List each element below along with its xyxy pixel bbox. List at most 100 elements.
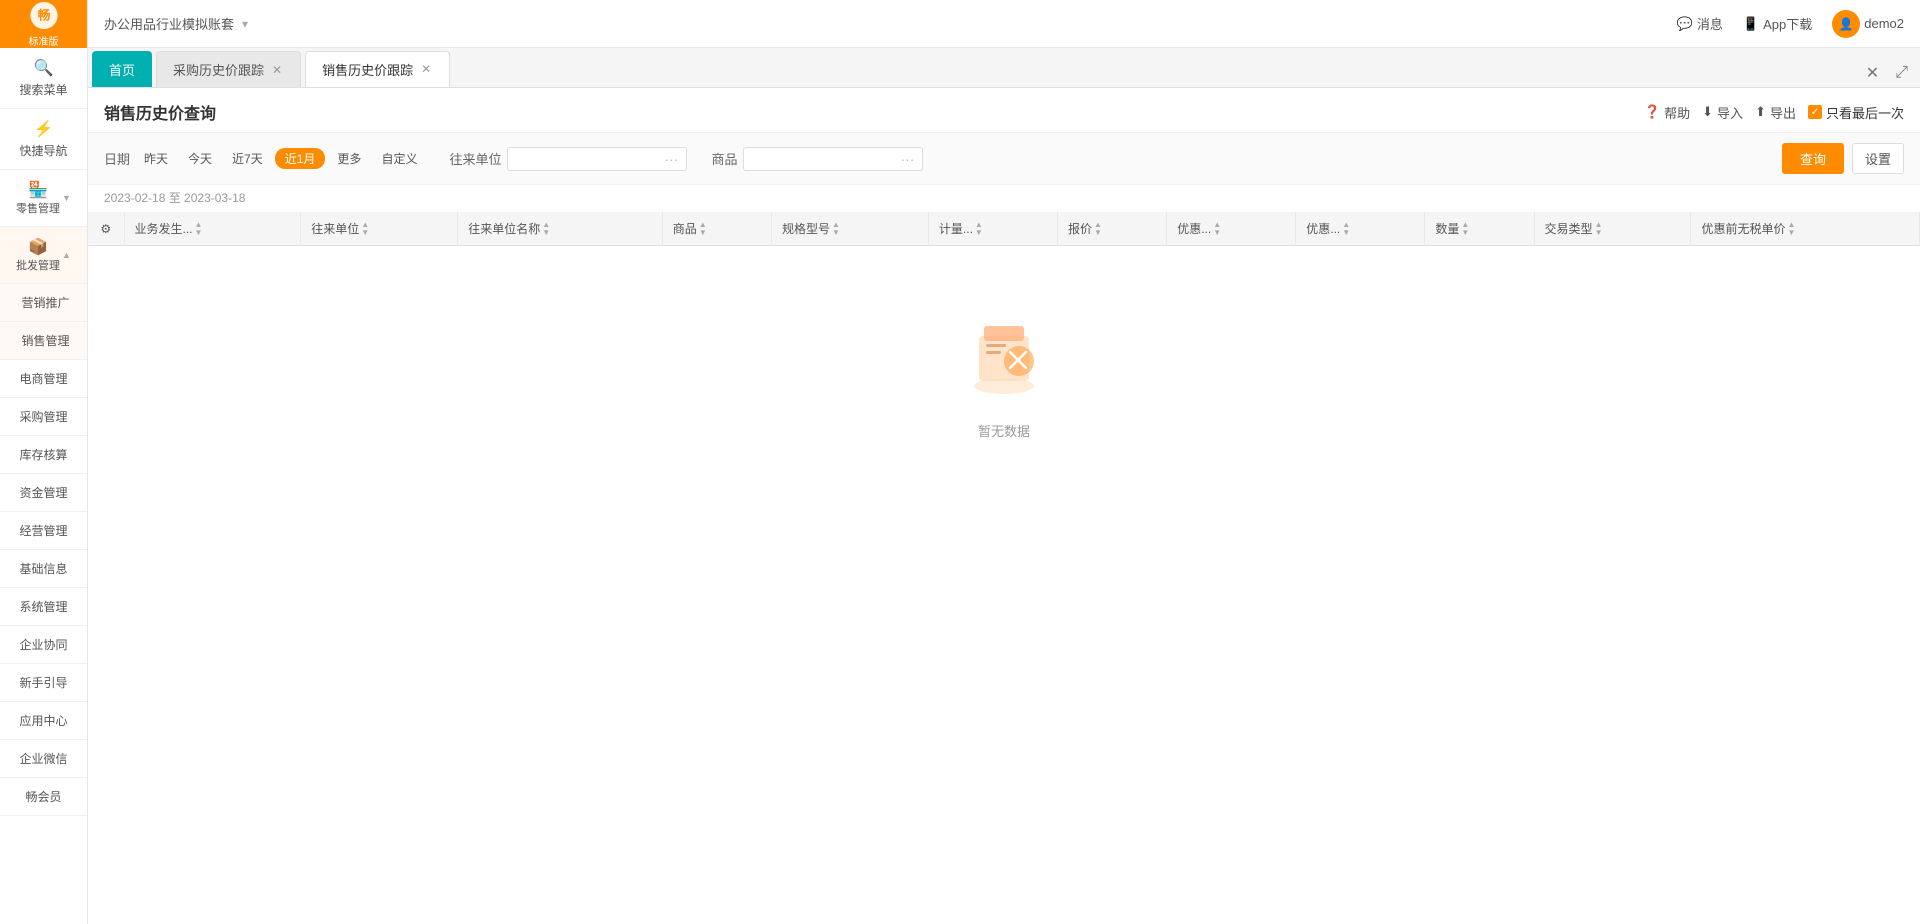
sidebar-item-wechat[interactable]: 企业微信 <box>0 740 87 778</box>
logo-icon: 畅 <box>28 0 60 31</box>
sidebar-item-label: 快捷导航 <box>19 142 67 159</box>
col-product[interactable]: 商品 ▲▼ <box>662 212 771 246</box>
sidebar-item-member[interactable]: 畅会员 <box>0 778 87 816</box>
col-price-label: 报价 <box>1068 220 1092 237</box>
sidebar-item-finance[interactable]: 资金管理 <box>0 474 87 512</box>
col-quantity[interactable]: 数量 ▲▼ <box>1425 212 1534 246</box>
app-download-button[interactable]: 📱 App下载 <box>1743 14 1812 33</box>
sidebar-item-apps[interactable]: 应用中心 <box>0 702 87 740</box>
date-btn-1month[interactable]: 近1月 <box>275 148 326 169</box>
import-button[interactable]: ⬇ 导入 <box>1702 103 1743 122</box>
col-unit[interactable]: 计量... ▲▼ <box>928 212 1057 246</box>
sidebar-item-inventory[interactable]: 库存核算 <box>0 436 87 474</box>
help-button[interactable]: ❓ 帮助 <box>1644 103 1690 122</box>
sidebar-item-basic[interactable]: 基础信息 <box>0 550 87 588</box>
partner-filter-group: 往来单位 ··· <box>449 147 687 171</box>
date-btn-today[interactable]: 今天 <box>180 148 220 169</box>
product-filter-input[interactable]: ··· <box>743 147 923 171</box>
col-discount2[interactable]: 优惠... ▲▼ <box>1296 212 1425 246</box>
tab-purchase-close-icon[interactable]: ✕ <box>270 61 284 79</box>
col-trade-type-label: 交易类型 <box>1545 220 1593 237</box>
col-partner-name-label: 往来单位名称 <box>468 220 540 237</box>
partner-filter-input[interactable]: ··· <box>507 147 687 171</box>
empty-text: 暂无数据 <box>978 421 1030 440</box>
apps-label: 应用中心 <box>19 712 67 729</box>
empty-illustration <box>954 306 1054 409</box>
sort-arrows-icon: ▲▼ <box>542 221 550 237</box>
col-pre-tax-price[interactable]: 优惠前无税单价 ▲▼ <box>1691 212 1920 246</box>
purchase-label: 采购管理 <box>19 408 67 425</box>
import-icon: ⬇ <box>1702 104 1713 120</box>
col-quantity-label: 数量 <box>1435 220 1459 237</box>
date-btn-7days[interactable]: 近7天 <box>224 148 271 169</box>
avatar-icon: 👤 <box>1839 17 1854 31</box>
sidebar-item-ecommerce[interactable]: 电商管理 <box>0 360 87 398</box>
product-input-dots-icon: ··· <box>900 151 914 167</box>
page-header: 销售历史价查询 ❓ 帮助 ⬇ 导入 ⬆ 导出 ✓ 只看最后一次 <box>88 88 1920 133</box>
query-button[interactable]: 查询 <box>1782 143 1844 174</box>
col-settings-icon: ⚙ <box>100 222 111 236</box>
logo-subtitle: 标准版 <box>29 33 59 48</box>
date-btn-yesterday[interactable]: 昨天 <box>136 148 176 169</box>
sidebar-item-wholesale[interactable]: 📦 批发管理 ▲ <box>0 227 87 284</box>
sort-arrows-icon: ▲▼ <box>699 221 707 237</box>
member-label: 畅会员 <box>25 788 61 805</box>
tab-home[interactable]: 首页 <box>92 51 152 87</box>
sidebar-item-purchase[interactable]: 采购管理 <box>0 398 87 436</box>
data-table: ⚙ 业务发生... ▲▼ 往来单位 ▲▼ <box>88 212 1920 246</box>
table-container[interactable]: ⚙ 业务发生... ▲▼ 往来单位 ▲▼ <box>88 212 1920 924</box>
sidebar-item-search[interactable]: 🔍 搜索菜单 <box>0 48 87 109</box>
tabs-right-actions: ✕ ⤢ <box>1862 59 1920 87</box>
col-pre-tax-price-label: 优惠前无税单价 <box>1701 220 1785 237</box>
date-filter-group: 日期 昨天 今天 近7天 近1月 更多 自定义 <box>104 148 425 169</box>
export-label: 导出 <box>1770 103 1796 122</box>
date-btn-custom[interactable]: 自定义 <box>373 148 425 169</box>
sort-arrows-icon: ▲▼ <box>975 221 983 237</box>
close-window-icon[interactable]: ✕ <box>1862 59 1883 87</box>
date-range-text: 2023-02-18 至 2023-03-18 <box>104 191 245 205</box>
user-profile[interactable]: 👤 demo2 <box>1832 10 1904 38</box>
last-only-label: 只看最后一次 <box>1826 103 1904 122</box>
sort-arrows-icon: ▲▼ <box>1595 221 1603 237</box>
message-button[interactable]: 💬 消息 <box>1677 14 1723 33</box>
last-only-checkbox[interactable]: ✓ 只看最后一次 <box>1808 103 1904 122</box>
sidebar-item-guide[interactable]: 新手引导 <box>0 664 87 702</box>
col-discount1[interactable]: 优惠... ▲▼ <box>1167 212 1296 246</box>
col-partner-code-label: 往来单位 <box>311 220 359 237</box>
settings-button[interactable]: 设置 <box>1852 143 1904 174</box>
col-partner-name[interactable]: 往来单位名称 ▲▼ <box>458 212 663 246</box>
tab-sales-close-icon[interactable]: ✕ <box>419 60 433 78</box>
col-biz-date[interactable]: 业务发生... ▲▼ <box>124 212 301 246</box>
sidebar-item-shortcut[interactable]: ⚡ 快捷导航 <box>0 109 87 170</box>
sidebar-item-enterprise[interactable]: 企业协同 <box>0 626 87 664</box>
tab-purchase-label: 采购历史价跟踪 <box>173 60 264 79</box>
sidebar-item-marketing[interactable]: 营销推广 <box>0 284 87 322</box>
col-partner-code[interactable]: 往来单位 ▲▼ <box>301 212 458 246</box>
import-label: 导入 <box>1717 103 1743 122</box>
header-right: 💬 消息 📱 App下载 👤 demo2 <box>1677 10 1904 38</box>
col-price[interactable]: 报价 ▲▼ <box>1057 212 1166 246</box>
col-biz-date-label: 业务发生... <box>135 220 193 237</box>
date-btn-more[interactable]: 更多 <box>329 148 369 169</box>
expand-window-icon[interactable]: ⤢ <box>1891 60 1912 86</box>
message-icon: 💬 <box>1677 16 1693 32</box>
col-trade-type[interactable]: 交易类型 ▲▼ <box>1534 212 1691 246</box>
sidebar-item-operations[interactable]: 经营管理 <box>0 512 87 550</box>
sidebar-item-system[interactable]: 系统管理 <box>0 588 87 626</box>
sidebar-item-retail[interactable]: 🏪 零售管理 ▼ <box>0 170 87 227</box>
marketing-label: 营销推广 <box>21 294 69 311</box>
enterprise-label: 企业协同 <box>19 636 67 653</box>
basic-label: 基础信息 <box>19 560 67 577</box>
app-download-label: App下载 <box>1763 14 1812 33</box>
date-buttons: 昨天 今天 近7天 近1月 更多 自定义 <box>136 148 425 169</box>
sidebar-item-label: 搜索菜单 <box>19 81 67 98</box>
tab-purchase[interactable]: 采购历史价跟踪 ✕ <box>156 51 301 87</box>
sidebar-item-sales-mgmt[interactable]: 销售管理 <box>0 322 87 360</box>
col-settings[interactable]: ⚙ <box>88 212 124 246</box>
tab-sales[interactable]: 销售历史价跟踪 ✕ <box>305 51 450 87</box>
operations-label: 经营管理 <box>19 522 67 539</box>
export-button[interactable]: ⬆ 导出 <box>1755 103 1796 122</box>
col-spec[interactable]: 规格型号 ▲▼ <box>772 212 929 246</box>
table-header: ⚙ 业务发生... ▲▼ 往来单位 ▲▼ <box>88 212 1920 246</box>
user-name: demo2 <box>1864 16 1904 31</box>
